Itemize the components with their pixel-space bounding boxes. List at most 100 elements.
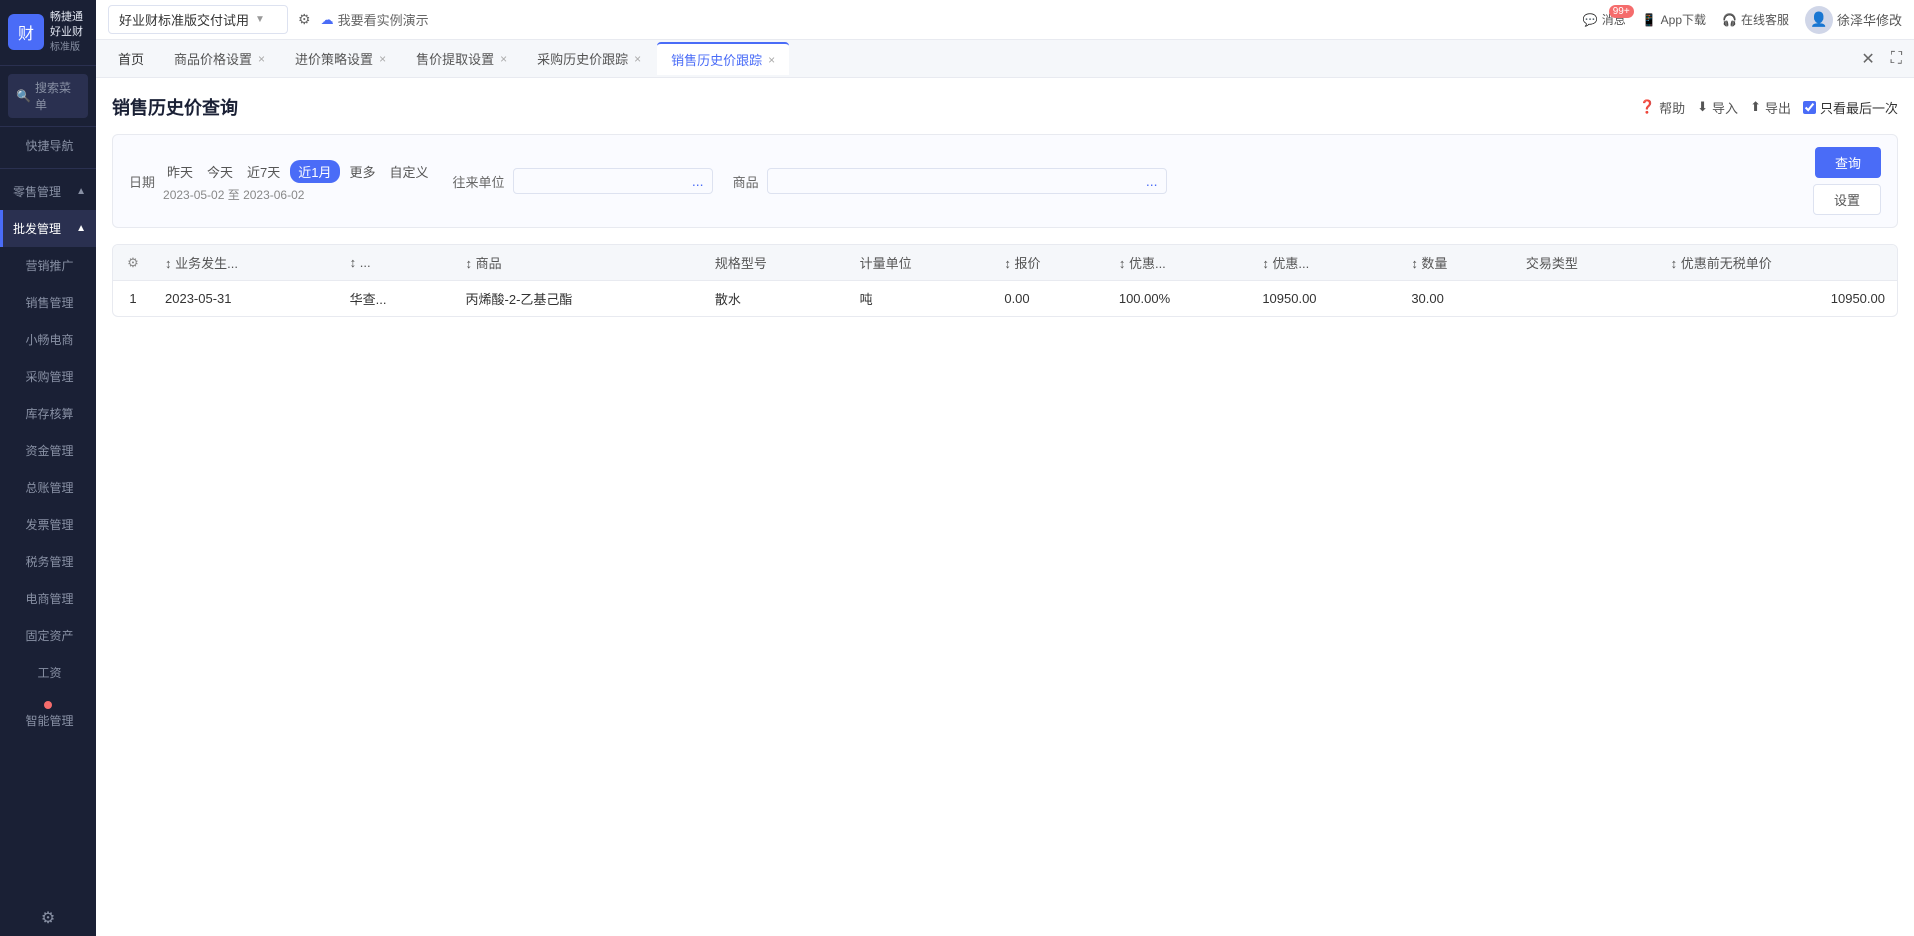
sort-icon: ↕ xyxy=(1004,256,1011,271)
sidebar-item-invoice[interactable]: 发票管理 xyxy=(0,506,96,543)
tab-sales-history[interactable]: 销售历史价跟踪 × xyxy=(657,42,789,75)
close-icon[interactable]: × xyxy=(634,53,641,65)
tab-sale-extract[interactable]: 售价提取设置 × xyxy=(402,43,521,74)
sidebar-item-finance[interactable]: 资金管理 xyxy=(0,432,96,469)
date-custom[interactable]: 自定义 xyxy=(386,160,433,183)
table-col-qty[interactable]: ↕ 数量 xyxy=(1399,245,1514,281)
sidebar-item-payroll[interactable]: 工资 xyxy=(0,654,96,691)
source-unit-picker-icon[interactable]: ... xyxy=(692,173,704,189)
table-header-row: ⚙ ↕ 业务发生... ↕ ... ↕ 商品 规格型号 计量单位 xyxy=(113,245,1897,281)
avatar: 👤 xyxy=(1805,6,1833,34)
online-service-button[interactable]: 🎧 在线客服 xyxy=(1722,11,1789,28)
date-filter: 日期 昨天 今天 近7天 近1月 更多 自定义 2023-05-02 至 202… xyxy=(129,160,433,203)
maximize-window-button[interactable]: ⛶ xyxy=(1887,46,1906,72)
table-row[interactable]: 1 2023-05-31 华查... 丙烯酸-2-乙基己酯 散水 吨 0.00 … xyxy=(113,281,1897,317)
import-button[interactable]: ⬇ 导入 xyxy=(1697,98,1738,117)
row-discount-pct: 100.00% xyxy=(1107,281,1250,317)
help-icon: ❓ xyxy=(1639,99,1655,115)
table-col-gear[interactable]: ⚙ xyxy=(113,245,153,281)
tab-purchase-strategy[interactable]: 进价策略设置 × xyxy=(281,43,400,74)
gear-icon[interactable]: ⚙ xyxy=(127,255,139,270)
sidebar-item-accounting[interactable]: 总账管理 xyxy=(0,469,96,506)
sidebar-item-marketing[interactable]: 营销推广 xyxy=(0,247,96,284)
sidebar-item-sales[interactable]: 销售管理 xyxy=(0,284,96,321)
sort-icon: ↕ xyxy=(1262,256,1269,271)
messages-button[interactable]: 💬 消息 99+ xyxy=(1583,11,1626,28)
date-range-display: 2023-05-02 至 2023-06-02 xyxy=(163,186,433,203)
source-unit-input[interactable]: ... xyxy=(513,168,713,194)
page-content: 销售历史价查询 ❓ 帮助 ⬇ 导入 ⬆ 导出 只看最后一次 xyxy=(96,78,1914,936)
table-col-goods[interactable]: ↕ 商品 xyxy=(454,245,703,281)
close-icon[interactable]: × xyxy=(258,53,265,65)
sidebar-item-quick-nav[interactable]: 快捷导航 xyxy=(0,127,96,164)
table-col-discount-pct[interactable]: ↕ 优惠... xyxy=(1107,245,1250,281)
row-more: 华查... xyxy=(338,281,454,317)
goods-filter: 商品 ... xyxy=(733,168,1167,194)
goods-input[interactable]: ... xyxy=(767,168,1167,194)
topbar-settings-icon[interactable]: ⚙ xyxy=(298,11,311,28)
page-title: 销售历史价查询 xyxy=(112,94,238,120)
table-col-price[interactable]: ↕ 报价 xyxy=(992,245,1107,281)
tab-bar: 首页 商品价格设置 × 进价策略设置 × 售价提取设置 × 采购历史价跟踪 × … xyxy=(96,40,1914,78)
window-controls: ✕ ⛶ xyxy=(1849,40,1914,78)
sidebar-item-purchase[interactable]: 采购管理 xyxy=(0,358,96,395)
query-button[interactable]: 查询 xyxy=(1815,147,1881,178)
close-window-button[interactable]: ✕ xyxy=(1857,45,1878,73)
tab-price-settings[interactable]: 商品价格设置 × xyxy=(160,43,279,74)
topbar: 好业财标准版交付试用 ▼ ⚙ ☁ 我要看实例演示 💬 消息 99+ 📱 App下… xyxy=(96,0,1914,40)
help-button[interactable]: ❓ 帮助 xyxy=(1639,98,1685,117)
sidebar-item-retail[interactable]: 零售管理 ▲ xyxy=(0,173,96,210)
settings-button[interactable]: 设置 xyxy=(1813,184,1881,215)
row-business-date: 2023-05-31 xyxy=(153,281,338,317)
sidebar-item-ecommerce[interactable]: 电商管理 xyxy=(0,580,96,617)
row-seq: 1 xyxy=(113,281,153,317)
table-col-pretax-price[interactable]: ↕ 优惠前无税单价 xyxy=(1659,245,1897,281)
headset-icon: 🎧 xyxy=(1722,13,1737,27)
main-content: 好业财标准版交付试用 ▼ ⚙ ☁ 我要看实例演示 💬 消息 99+ 📱 App下… xyxy=(96,0,1914,936)
table-col-txn-type: 交易类型 xyxy=(1514,245,1659,281)
sidebar-item-smart[interactable]: 智能管理 xyxy=(0,691,96,739)
sidebar-settings-button[interactable]: ⚙ xyxy=(41,908,55,928)
mobile-icon: 📱 xyxy=(1642,13,1657,27)
tab-home[interactable]: 首页 xyxy=(104,43,158,74)
export-button[interactable]: ⬆ 导出 xyxy=(1750,98,1791,117)
cloud-icon: ☁ xyxy=(321,12,334,28)
search-menu-button[interactable]: 🔍 搜索菜单 xyxy=(8,74,88,118)
import-icon: ⬇ xyxy=(1697,99,1708,115)
sidebar-item-inventory[interactable]: 库存核算 xyxy=(0,395,96,432)
close-icon[interactable]: × xyxy=(768,54,775,66)
date-label: 日期 xyxy=(129,172,155,191)
date-yesterday[interactable]: 昨天 xyxy=(163,160,197,183)
date-last7[interactable]: 近7天 xyxy=(243,160,284,183)
user-profile-button[interactable]: 👤 徐泽华修改 xyxy=(1805,6,1902,34)
app-download-button[interactable]: 📱 App下载 xyxy=(1642,11,1706,28)
table-col-more[interactable]: ↕ ... xyxy=(338,245,454,281)
app-logo: 财 畅捷通好业财 标准版 xyxy=(0,0,96,66)
sidebar-search-area[interactable]: 🔍 搜索菜单 xyxy=(0,66,96,127)
sort-icon: ↕ xyxy=(165,256,172,271)
table-col-business-date[interactable]: ↕ 业务发生... xyxy=(153,245,338,281)
last-only-checkbox[interactable] xyxy=(1803,101,1816,114)
logo-icon: 财 xyxy=(8,14,44,50)
goods-label: 商品 xyxy=(733,172,759,191)
demo-button[interactable]: ☁ 我要看实例演示 xyxy=(321,10,429,29)
page-actions: ❓ 帮助 ⬇ 导入 ⬆ 导出 只看最后一次 xyxy=(1639,98,1898,117)
date-more[interactable]: 更多 xyxy=(346,160,380,183)
sidebar-item-assets[interactable]: 固定资产 xyxy=(0,617,96,654)
goods-picker-icon[interactable]: ... xyxy=(1146,173,1158,189)
close-icon[interactable]: × xyxy=(500,53,507,65)
date-last1month[interactable]: 近1月 xyxy=(290,160,339,183)
row-price: 0.00 xyxy=(992,281,1107,317)
sidebar-item-tax[interactable]: 税务管理 xyxy=(0,543,96,580)
messages-badge: 99+ xyxy=(1609,5,1634,18)
logo-text: 畅捷通好业财 标准版 xyxy=(50,10,88,55)
sidebar-item-wholesale[interactable]: 批发管理 ▲ xyxy=(0,210,96,247)
close-icon[interactable]: × xyxy=(379,53,386,65)
tab-purchase-history[interactable]: 采购历史价跟踪 × xyxy=(523,43,655,74)
date-today[interactable]: 今天 xyxy=(203,160,237,183)
user-icon: 👤 xyxy=(1810,11,1827,28)
sidebar-item-ecommerce-small[interactable]: 小畅电商 xyxy=(0,321,96,358)
last-only-checkbox-label[interactable]: 只看最后一次 xyxy=(1803,98,1898,117)
version-select[interactable]: 好业财标准版交付试用 ▼ xyxy=(108,5,288,34)
table-col-discount-amt[interactable]: ↕ 优惠... xyxy=(1250,245,1399,281)
